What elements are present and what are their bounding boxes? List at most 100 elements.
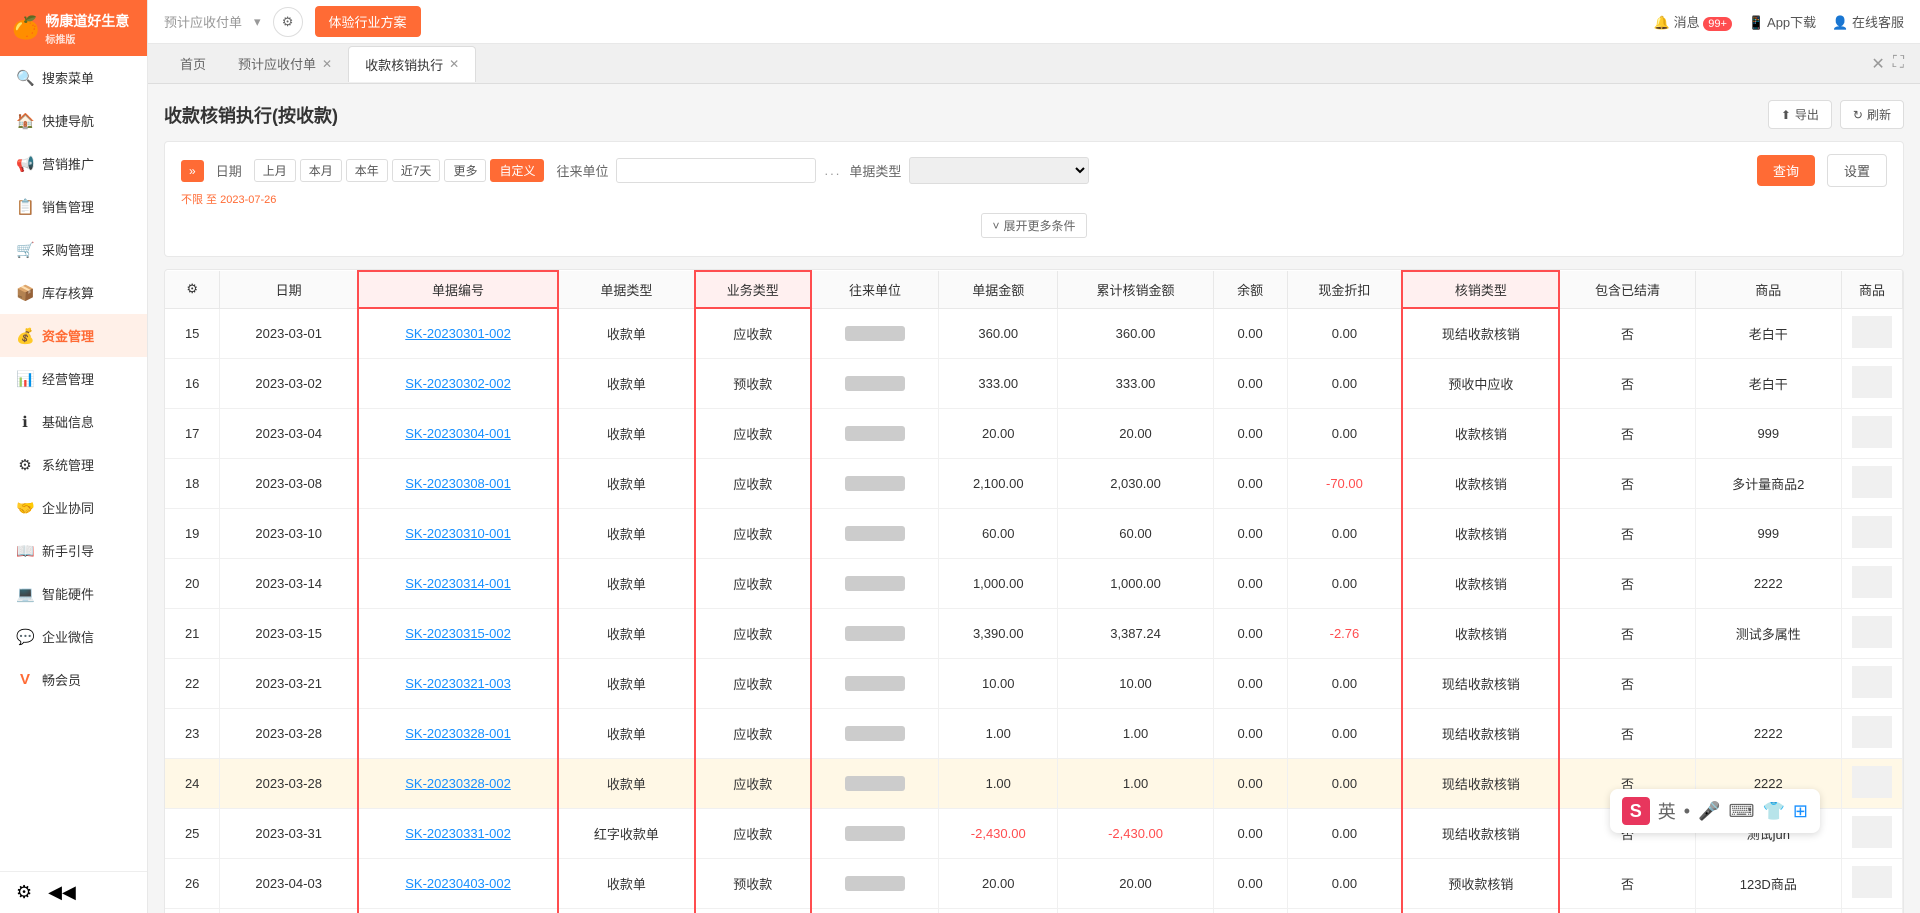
sales-icon: 📋: [16, 198, 34, 216]
dropdown-arrow[interactable]: ▾: [254, 14, 261, 30]
col-product2[interactable]: 商品: [1842, 271, 1903, 308]
bill-no-link[interactable]: SK-20230403-002: [405, 876, 511, 891]
query-button[interactable]: 查询: [1757, 155, 1815, 186]
bill-no-link[interactable]: SK-20230331-002: [405, 826, 511, 841]
date-this-year[interactable]: 本年: [346, 159, 388, 182]
sidebar-item-basic-info[interactable]: ℹ 基础信息: [0, 400, 147, 443]
gear-button[interactable]: ⚙: [273, 7, 303, 37]
col-settled[interactable]: 包含已结清: [1559, 271, 1695, 308]
cell-num: 21: [165, 608, 220, 658]
filter-expand-toggle[interactable]: »: [181, 160, 204, 182]
tab-home[interactable]: 首页: [164, 46, 222, 81]
sidebar-item-operations[interactable]: 📊 经营管理: [0, 357, 147, 400]
col-partner[interactable]: 往来单位: [811, 271, 939, 308]
bill-no-link[interactable]: SK-20230301-002: [405, 326, 511, 341]
col-amount[interactable]: 单据金额: [939, 271, 1058, 308]
sidebar-item-guide[interactable]: 📖 新手引导: [0, 529, 147, 572]
inventory-icon: 📦: [16, 284, 34, 302]
bill-no-link[interactable]: SK-20230304-001: [405, 426, 511, 441]
date-more[interactable]: 更多: [444, 159, 486, 182]
refresh-button[interactable]: ↻ 刷新: [1840, 100, 1904, 129]
bill-no-link[interactable]: SK-20230302-002: [405, 376, 511, 391]
cell-date: 2023-03-31: [220, 808, 358, 858]
col-discount[interactable]: 现金折扣: [1287, 271, 1402, 308]
col-bill-type[interactable]: 单据类型: [558, 271, 695, 308]
bill-no-link[interactable]: SK-20230308-001: [405, 476, 511, 491]
bill-type-select[interactable]: [909, 157, 1089, 184]
float-mic-icon[interactable]: 🎤: [1698, 801, 1720, 822]
tab-receivable[interactable]: 预计应收付单 ✕: [222, 46, 348, 81]
cell-bill-no: SK-20230308-001: [358, 458, 558, 508]
float-overlay: S 英 • 🎤 ⌨ 👕 ⊞: [1610, 789, 1820, 833]
tab-verification-close[interactable]: ✕: [449, 57, 459, 71]
bill-no-link[interactable]: SK-20230314-001: [405, 576, 511, 591]
float-shirt-icon[interactable]: 👕: [1762, 801, 1784, 822]
sidebar-item-nav[interactable]: 🏠 快捷导航: [0, 99, 147, 142]
col-bill-no[interactable]: 单据编号: [358, 271, 558, 308]
filter-settings-button[interactable]: 设置: [1827, 154, 1887, 187]
cell-balance: 0.00: [1213, 908, 1287, 913]
date-last-month[interactable]: 上月: [254, 159, 296, 182]
col-verified[interactable]: 累计核销金额: [1058, 271, 1213, 308]
cell-verified: 333.00: [1058, 358, 1213, 408]
message-badge: 99+: [1703, 17, 1732, 31]
cell-bill-type: 收款单: [558, 358, 695, 408]
cell-partner: [811, 708, 939, 758]
tab-verification[interactable]: 收款核销执行 ✕: [348, 46, 476, 82]
app-logo: 🍊 畅康道好生意 标推版: [0, 0, 147, 56]
sidebar-item-system[interactable]: ⚙ 系统管理: [0, 443, 147, 486]
sidebar-item-wechat[interactable]: 💬 企业微信: [0, 615, 147, 658]
date-this-month[interactable]: 本月: [300, 159, 342, 182]
col-setting[interactable]: ⚙: [165, 271, 220, 308]
expand-button[interactable]: ˅ 展开更多条件: [981, 213, 1086, 238]
cell-discount: 0.00: [1287, 708, 1402, 758]
bill-no-link[interactable]: SK-20230315-002: [405, 626, 511, 641]
float-dot-icon[interactable]: •: [1684, 801, 1690, 822]
tab-close-icon[interactable]: ✕: [1871, 54, 1884, 74]
solution-button[interactable]: 体验行业方案: [315, 6, 421, 37]
sidebar-item-vip[interactable]: V 畅会员: [0, 658, 147, 701]
settings-icon[interactable]: ⚙: [16, 882, 32, 903]
col-balance[interactable]: 余额: [1213, 271, 1287, 308]
collapse-icon[interactable]: ◀◀: [48, 882, 76, 903]
message-icon[interactable]: 🔔 消息 99+: [1654, 12, 1732, 31]
float-keyboard-icon[interactable]: ⌨: [1729, 801, 1755, 822]
float-text-icon[interactable]: 英: [1658, 798, 1676, 824]
sidebar-item-hardware[interactable]: 💻 智能硬件: [0, 572, 147, 615]
sidebar-item-inventory[interactable]: 📦 库存核算: [0, 271, 147, 314]
bill-no-link[interactable]: SK-20230321-003: [405, 676, 511, 691]
sidebar-item-purchase[interactable]: 🛒 采购管理: [0, 228, 147, 271]
export-button[interactable]: ⬆ 导出: [1768, 100, 1832, 129]
col-product1[interactable]: 商品: [1695, 271, 1841, 308]
purchase-icon: 🛒: [16, 241, 34, 259]
message-label: 消息: [1674, 15, 1700, 30]
sidebar-item-sales[interactable]: 📋 销售管理: [0, 185, 147, 228]
tab-receivable-close[interactable]: ✕: [322, 57, 332, 71]
bill-no-link[interactable]: SK-20230328-001: [405, 726, 511, 741]
cell-partner: [811, 408, 939, 458]
bill-no-link[interactable]: SK-20230328-002: [405, 776, 511, 791]
sidebar-item-marketing[interactable]: 📢 营销推广: [0, 142, 147, 185]
date-7days[interactable]: 近7天: [392, 159, 441, 182]
cell-partner: [811, 558, 939, 608]
online-service-link[interactable]: 👤 在线客服: [1832, 12, 1904, 31]
cell-discount: 0.00: [1287, 808, 1402, 858]
sidebar-item-finance[interactable]: 💰 资金管理: [0, 314, 147, 357]
float-grid-icon[interactable]: ⊞: [1793, 801, 1808, 822]
date-custom[interactable]: 自定义: [490, 159, 544, 182]
sidebar-item-search[interactable]: 🔍 搜索菜单: [0, 56, 147, 99]
cell-amount: 2,100.00: [939, 458, 1058, 508]
app-download-link[interactable]: 📱 App下载: [1748, 12, 1816, 31]
col-verify-type[interactable]: 核销类型: [1402, 271, 1559, 308]
bill-no-link[interactable]: SK-20230310-001: [405, 526, 511, 541]
cell-num: 18: [165, 458, 220, 508]
partner-input[interactable]: [616, 158, 816, 183]
col-date[interactable]: 日期: [220, 271, 358, 308]
tab-expand-icon[interactable]: ⛶: [1893, 54, 1904, 74]
cell-settled: 否: [1559, 708, 1695, 758]
cell-bill-type: 收款单: [558, 708, 695, 758]
cell-bill-no: SK-20230408-001: [358, 908, 558, 913]
col-biz-type[interactable]: 业务类型: [695, 271, 811, 308]
logo-sub: 标推版: [45, 31, 129, 46]
sidebar-item-enterprise[interactable]: 🤝 企业协同: [0, 486, 147, 529]
